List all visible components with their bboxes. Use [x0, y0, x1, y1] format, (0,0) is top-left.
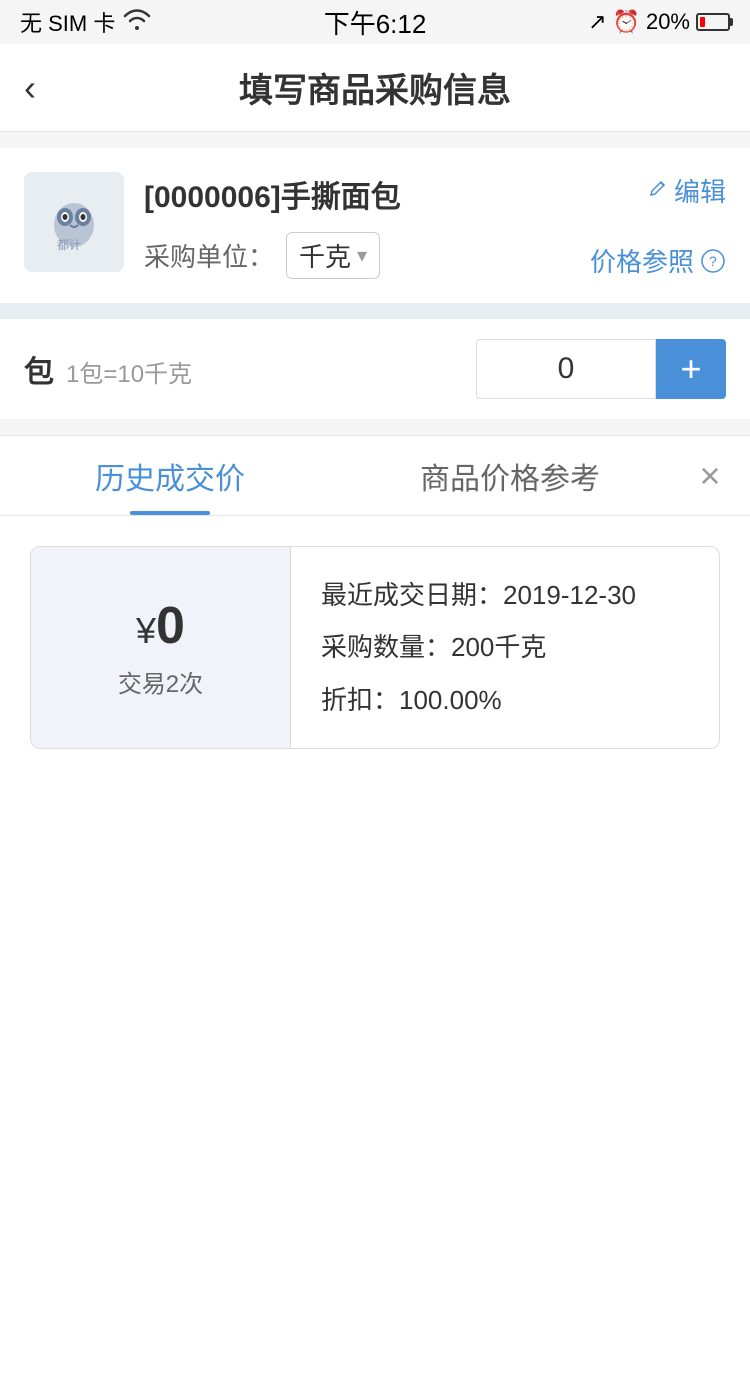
qty-plus-button[interactable]: +	[656, 339, 726, 399]
price-ref-button[interactable]: 价格参照 ?	[590, 242, 726, 279]
close-icon: ×	[699, 455, 720, 497]
status-left: 无 SIM 卡	[20, 6, 151, 38]
tab-history-label: 历史成交价	[95, 454, 245, 498]
tab-area: 历史成交价 商品价格参考 × ¥0 交易2次 最近成交日期：2019-12-30…	[0, 435, 750, 779]
status-time: 下午6:12	[324, 4, 427, 41]
product-name: [0000006]手撕面包	[144, 172, 726, 216]
discount-row: 折扣：100.00%	[321, 682, 689, 718]
price-card: ¥0 交易2次 最近成交日期：2019-12-30 采购数量：200千克 折扣：…	[30, 546, 720, 749]
divider-1	[0, 303, 750, 319]
price-panel: ¥0 交易2次 最近成交日期：2019-12-30 采购数量：200千克 折扣：…	[0, 516, 750, 779]
tab-product-price[interactable]: 商品价格参考	[340, 436, 680, 515]
qty-unit: 包	[24, 347, 54, 391]
unit-value: 千克	[299, 237, 351, 274]
battery-icon	[696, 13, 730, 31]
page-title: 填写商品采购信息	[239, 63, 511, 112]
tab-product-label: 商品价格参考	[420, 454, 600, 498]
price-ref-label: 价格参照	[590, 242, 694, 279]
tab-close-button[interactable]: ×	[680, 446, 740, 506]
product-card: 都计 [0000006]手撕面包 采购单位： 千克 ▾ 编辑 价格参照 ?	[0, 148, 750, 303]
carrier-text: 无 SIM 卡	[20, 6, 115, 38]
price-value: ¥0	[136, 596, 185, 656]
price-transactions: 交易2次	[118, 664, 203, 699]
quantity-row: 包 1包=10千克 +	[0, 319, 750, 419]
quantity-input[interactable]	[476, 339, 656, 399]
svg-text:都计: 都计	[57, 238, 81, 252]
unit-selector[interactable]: 千克 ▾	[286, 232, 380, 279]
edit-label: 编辑	[674, 172, 726, 209]
qty-left: 包 1包=10千克	[24, 347, 192, 391]
bottom-space	[0, 779, 750, 1379]
tab-bar: 历史成交价 商品价格参考 ×	[0, 436, 750, 516]
recent-date-row: 最近成交日期：2019-12-30	[321, 577, 689, 613]
status-right: ↗ ⏰ 20%	[588, 9, 730, 35]
status-bar: 无 SIM 卡 下午6:12 ↗ ⏰ 20%	[0, 0, 750, 44]
price-number: 0	[156, 597, 185, 655]
svg-text:?: ?	[709, 253, 717, 269]
qty-conversion: 1包=10千克	[66, 354, 192, 389]
purchase-qty-row: 采购数量：200千克	[321, 629, 689, 665]
qty-right: +	[476, 339, 726, 399]
tab-history-price[interactable]: 历史成交价	[0, 436, 340, 515]
product-image: 都计	[24, 172, 124, 272]
battery-text: 20%	[646, 9, 690, 35]
unit-dropdown-icon: ▾	[357, 243, 367, 268]
tab-underline	[130, 511, 210, 515]
price-left: ¥0 交易2次	[31, 547, 291, 748]
nav-bar: ‹ 填写商品采购信息	[0, 44, 750, 132]
currency-symbol: ¥	[136, 610, 156, 651]
direction-icon: ↗	[588, 9, 606, 35]
price-right: 最近成交日期：2019-12-30 采购数量：200千克 折扣：100.00%	[291, 547, 719, 748]
unit-label: 采购单位：	[144, 237, 274, 274]
edit-button[interactable]: 编辑	[648, 172, 726, 209]
alarm-icon: ⏰	[613, 9, 640, 35]
wifi-icon	[123, 8, 151, 36]
back-button[interactable]: ‹	[24, 67, 36, 109]
